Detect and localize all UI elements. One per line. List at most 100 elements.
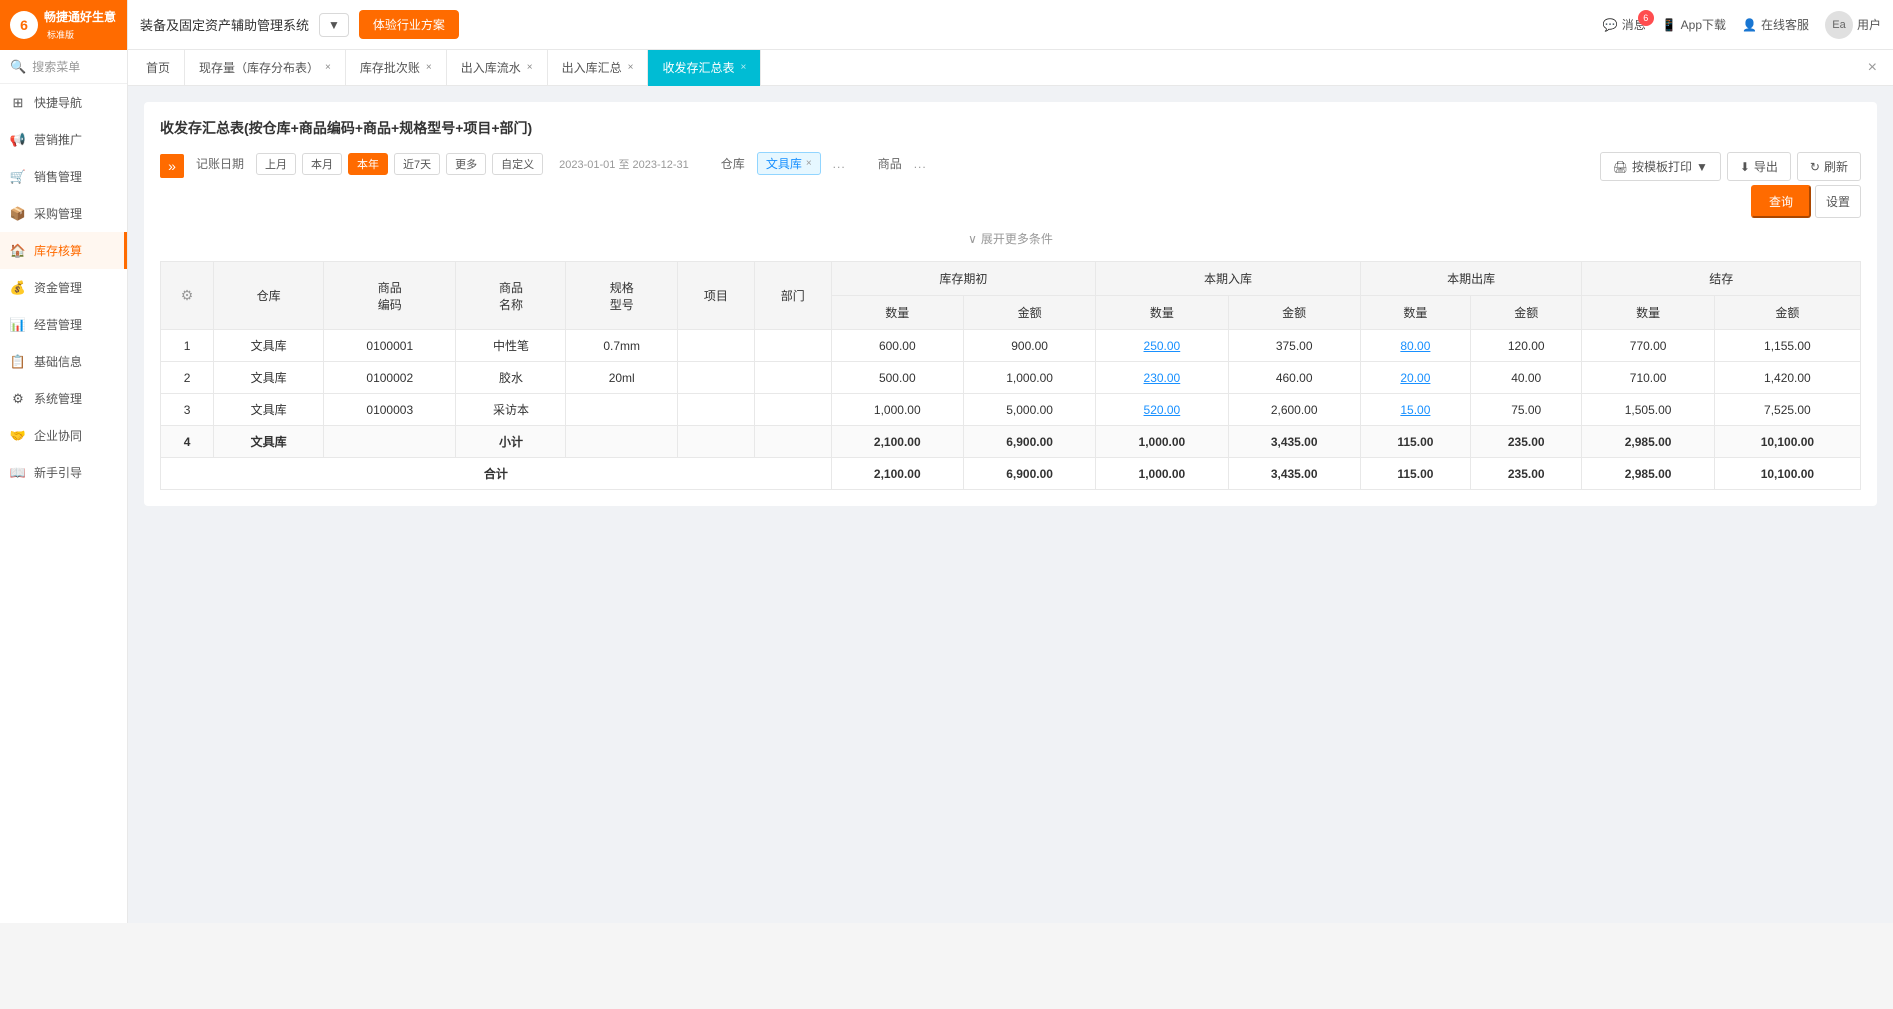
app-download-item[interactable]: 📱 App下载: [1662, 16, 1726, 33]
cell-name-2: 采访本: [456, 394, 566, 426]
table-row-2: 3 文具库 0100003 采访本 1,000.00 5,000.00 520.…: [161, 394, 1861, 426]
sidebar-item-sales[interactable]: 🛒 销售管理: [0, 158, 127, 195]
tab-close-5[interactable]: ×: [740, 62, 746, 73]
tab-label-0: 首页: [146, 59, 170, 76]
sidebar-item-quick-nav[interactable]: ⊞ 快捷导航: [0, 84, 127, 121]
goods-label: 商品: [878, 155, 902, 172]
filter-collapse-btn[interactable]: »: [160, 154, 184, 178]
print-button[interactable]: 🖨 按模板打印 ▼: [1600, 152, 1721, 181]
user-item[interactable]: Ea 用户: [1825, 11, 1881, 39]
date-btn-more[interactable]: 更多: [446, 153, 486, 175]
in-qty-link-2[interactable]: 520.00: [1144, 403, 1181, 417]
th-opening-qty: 数量: [831, 296, 963, 330]
cell-index-3: 4: [161, 426, 214, 458]
system-dropdown[interactable]: ▼: [319, 13, 349, 37]
cell-dept-3: [754, 426, 831, 458]
tab-3[interactable]: 出入库流水 ×: [447, 50, 548, 86]
export-button[interactable]: ⬇ 导出: [1727, 152, 1791, 181]
tab-1[interactable]: 现存量（库存分布表） ×: [185, 50, 346, 86]
out-qty-link-2[interactable]: 15.00: [1400, 403, 1430, 417]
tab-close-3[interactable]: ×: [527, 62, 533, 73]
date-btn-7days[interactable]: 近7天: [394, 153, 440, 175]
footer-opening-amount: 6,900.00: [963, 458, 1095, 490]
page-title: 收发存汇总表(按仓库+商品编码+商品+规格型号+项目+部门): [160, 118, 1861, 138]
cell-balance-amount-2: 7,525.00: [1714, 394, 1860, 426]
cell-spec-1: 20ml: [566, 362, 677, 394]
th-settings[interactable]: ⚙: [161, 262, 214, 330]
tab-label-3: 出入库流水: [461, 59, 521, 76]
th-out-amount: 金额: [1470, 296, 1582, 330]
sidebar-item-guide[interactable]: 📖 新手引导: [0, 454, 127, 491]
tab-bar: 首页现存量（库存分布表）×库存批次账×出入库流水×出入库汇总×收发存汇总表× ×: [128, 50, 1893, 86]
tab-close-1[interactable]: ×: [325, 62, 331, 73]
sidebar-item-inventory[interactable]: 🏠 库存核算: [0, 232, 127, 269]
out-qty-link-1[interactable]: 20.00: [1400, 371, 1430, 385]
date-btn-custom[interactable]: 自定义: [492, 153, 543, 175]
messages-item[interactable]: 💬 消息 6: [1603, 16, 1646, 33]
cell-balance-qty-2: 1,505.00: [1582, 394, 1714, 426]
sidebar-item-basic[interactable]: 📋 基础信息: [0, 343, 127, 380]
sidebar-item-finance[interactable]: 💰 资金管理: [0, 269, 127, 306]
cell-opening-amount-0: 900.00: [963, 330, 1095, 362]
marketing-icon: 📢: [10, 132, 26, 148]
query-button[interactable]: 查询: [1751, 185, 1811, 218]
warehouse-tag[interactable]: 文具库 ×: [757, 152, 821, 175]
logo-text: 畅捷通好生意 标准版: [44, 8, 116, 42]
cell-project-1: [677, 362, 754, 394]
tab-0[interactable]: 首页: [132, 50, 185, 86]
cell-balance-qty-0: 770.00: [1582, 330, 1714, 362]
sales-label: 销售管理: [34, 168, 82, 185]
table-settings-icon[interactable]: ⚙: [181, 287, 194, 303]
in-qty-link-0[interactable]: 250.00: [1144, 339, 1181, 353]
enterprise-label: 企业协同: [34, 427, 82, 444]
tab-label-1: 现存量（库存分布表）: [199, 59, 319, 76]
cell-in-amount-3: 3,435.00: [1228, 426, 1360, 458]
footer-out-qty: 115.00: [1360, 458, 1470, 490]
refresh-button[interactable]: ↻ 刷新: [1797, 152, 1861, 181]
cell-out-qty-1[interactable]: 20.00: [1360, 362, 1470, 394]
cell-in-qty-0[interactable]: 250.00: [1096, 330, 1228, 362]
settings-button[interactable]: 设置: [1815, 185, 1861, 218]
sidebar-item-purchase[interactable]: 📦 采购管理: [0, 195, 127, 232]
cell-out-qty-0[interactable]: 80.00: [1360, 330, 1470, 362]
cell-balance-amount-3: 10,100.00: [1714, 426, 1860, 458]
sidebar-item-marketing[interactable]: 📢 营销推广: [0, 121, 127, 158]
cell-warehouse-2: 文具库: [214, 394, 324, 426]
date-btn-this-month[interactable]: 本月: [302, 153, 342, 175]
date-btn-last-month[interactable]: 上月: [256, 153, 296, 175]
out-qty-link-0[interactable]: 80.00: [1400, 339, 1430, 353]
cell-project-2: [677, 394, 754, 426]
right-actions: 🖨 按模板打印 ▼ ⬇ 导出 ↻ 刷新 查询 设置: [1600, 152, 1861, 218]
warehouse-filter-dots[interactable]: ...: [833, 157, 846, 171]
warehouse-tag-close[interactable]: ×: [806, 158, 812, 169]
expand-btn[interactable]: ∨ 展开更多条件: [968, 230, 1053, 247]
finance-label: 资金管理: [34, 279, 82, 296]
cell-in-qty-1[interactable]: 230.00: [1096, 362, 1228, 394]
tab-4[interactable]: 出入库汇总×: [548, 50, 649, 86]
system-icon: ⚙: [10, 391, 26, 407]
online-service-item[interactable]: 👤 在线客服: [1742, 16, 1809, 33]
tab-bar-close[interactable]: ×: [1856, 59, 1889, 77]
search-menu-label: 搜索菜单: [32, 58, 80, 75]
sidebar-item-system[interactable]: ⚙ 系统管理: [0, 380, 127, 417]
footer-label: 合计: [161, 458, 832, 490]
cell-out-qty-2[interactable]: 15.00: [1360, 394, 1470, 426]
expand-bar: ∨ 展开更多条件: [160, 226, 1861, 251]
goods-filter-dots[interactable]: ...: [914, 157, 927, 171]
tab-close-4[interactable]: ×: [628, 62, 634, 73]
cell-balance-qty-3: 2,985.00: [1582, 426, 1714, 458]
tab-5[interactable]: 收发存汇总表×: [648, 50, 761, 86]
cell-in-qty-2[interactable]: 520.00: [1096, 394, 1228, 426]
sidebar-item-enterprise[interactable]: 🤝 企业协同: [0, 417, 127, 454]
table-row-3: 4 文具库 小计 2,100.00 6,900.00 1,000.00 3,43…: [161, 426, 1861, 458]
sidebar-item-operations[interactable]: 📊 经营管理: [0, 306, 127, 343]
search-menu[interactable]: 🔍 搜索菜单: [0, 50, 127, 84]
cell-out-amount-2: 75.00: [1470, 394, 1582, 426]
date-label: 记账日期: [196, 155, 244, 172]
experience-button[interactable]: 体验行业方案: [359, 10, 459, 39]
in-qty-link-1[interactable]: 230.00: [1144, 371, 1181, 385]
tab-2[interactable]: 库存批次账×: [346, 50, 447, 86]
enterprise-icon: 🤝: [10, 428, 26, 444]
date-btn-this-year[interactable]: 本年: [348, 153, 388, 175]
tab-close-2[interactable]: ×: [426, 62, 432, 73]
